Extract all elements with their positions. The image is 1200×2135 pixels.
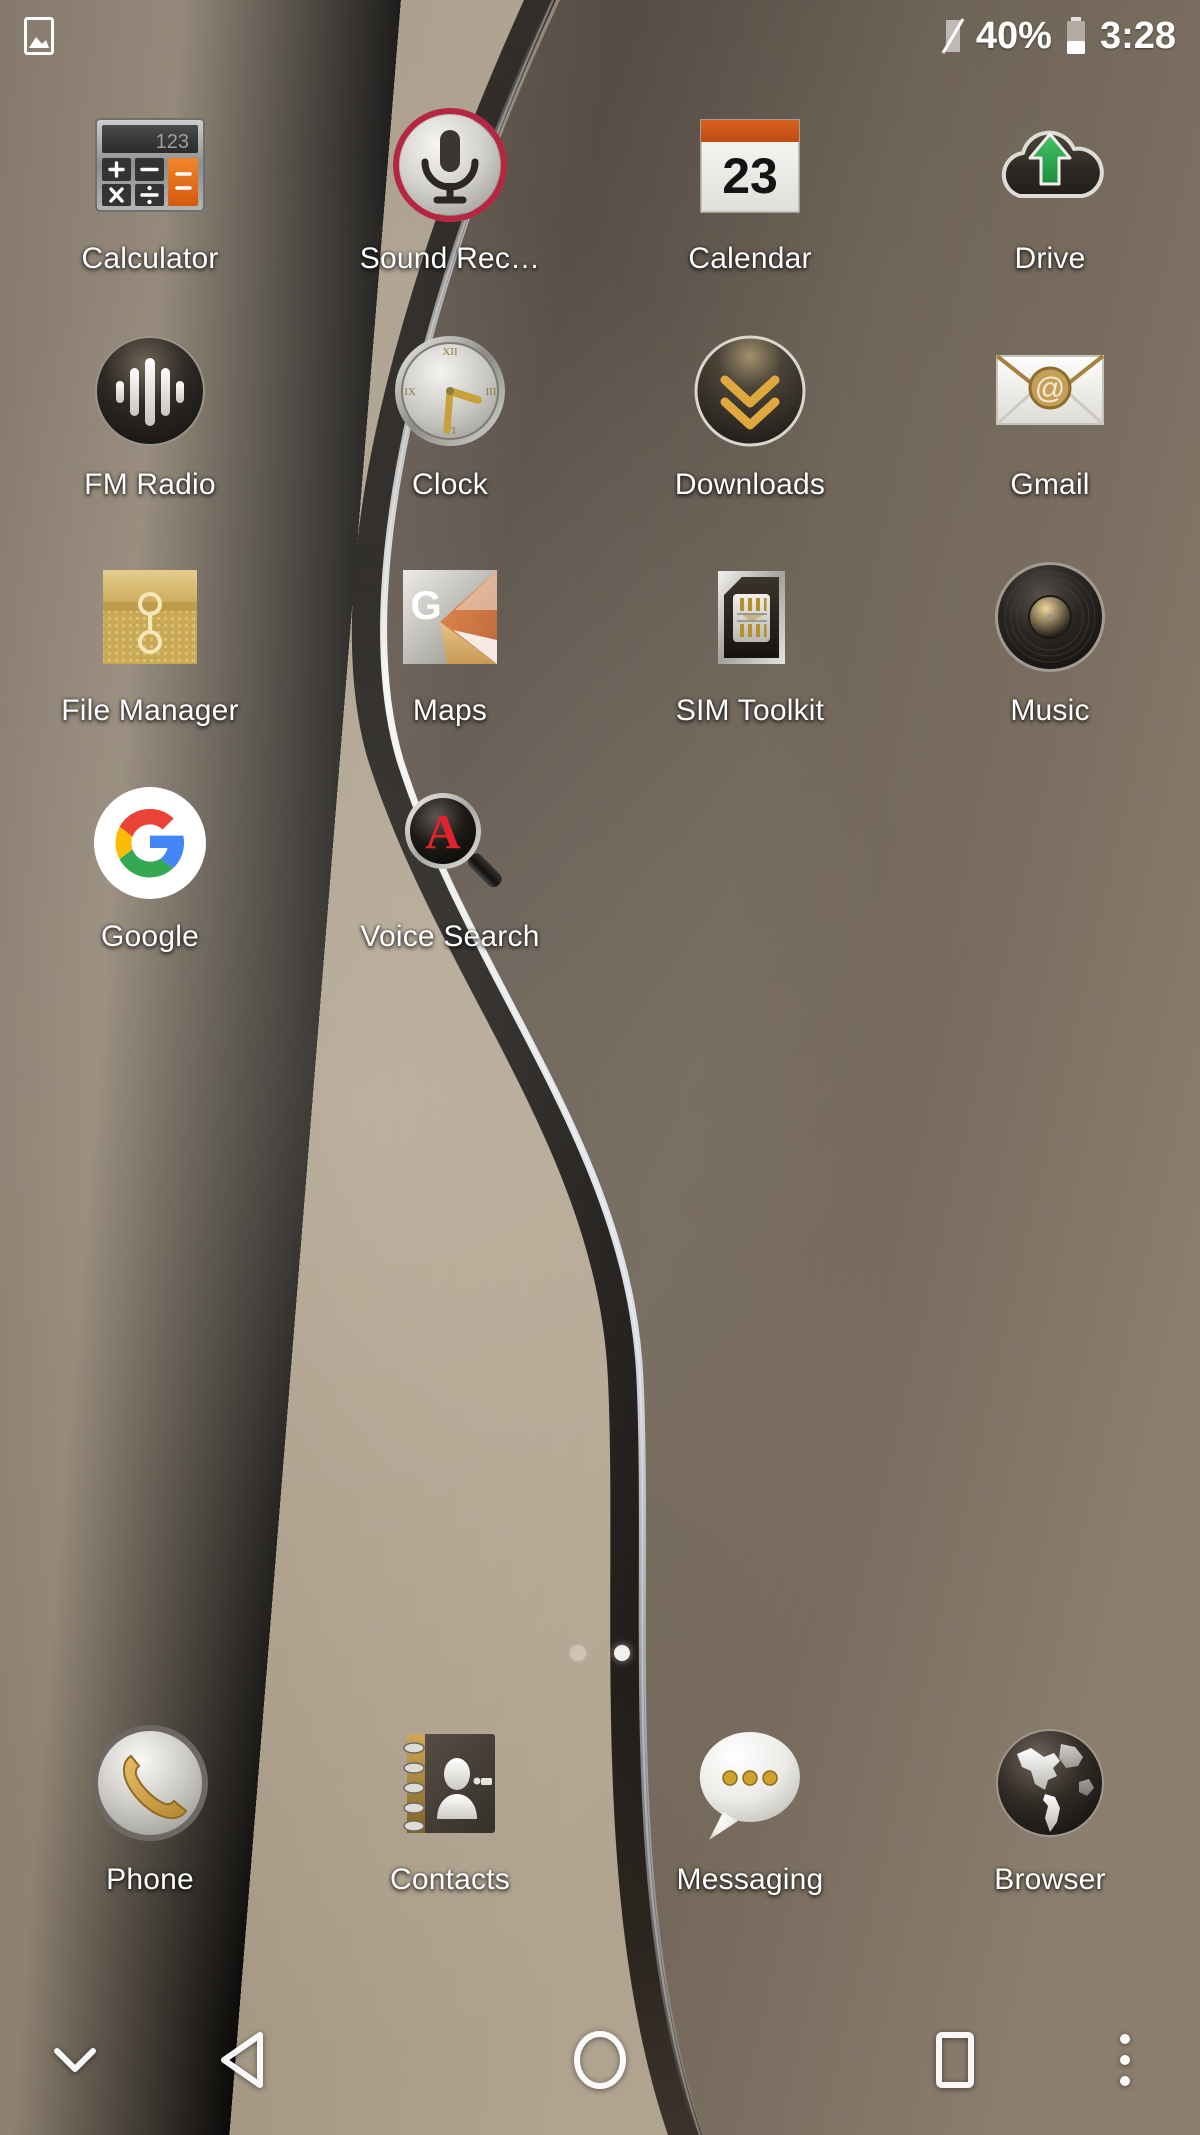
app-label: Calculator xyxy=(81,242,219,275)
app-label: Messaging xyxy=(676,1863,824,1896)
app-label: Phone xyxy=(106,1863,194,1896)
app-label: Music xyxy=(1010,694,1090,727)
app-row: FM Radio XII III IX Clock Downloads @ Gm… xyxy=(0,312,1200,538)
status-bar-right: 40% 3:28 xyxy=(940,16,1176,56)
app-label: Gmail xyxy=(1010,468,1090,501)
page-indicator[interactable] xyxy=(0,1645,1200,1661)
vinyl-record-icon xyxy=(985,552,1115,682)
double-chevron-down-icon xyxy=(685,326,815,456)
app-calendar[interactable]: 23 Calendar xyxy=(600,86,900,312)
app-google[interactable]: Google xyxy=(0,764,300,990)
app-calculator[interactable]: 123 Calculator xyxy=(0,86,300,312)
magnifier-a-icon: A xyxy=(385,778,515,908)
svg-text:123: 123 xyxy=(156,131,189,153)
svg-text:III: III xyxy=(486,386,497,398)
dock-contacts[interactable]: Contacts xyxy=(300,1716,600,1897)
page-dot-2[interactable] xyxy=(614,1645,630,1661)
app-file-manager[interactable]: File Manager xyxy=(0,538,300,764)
no-sim-icon xyxy=(940,17,966,55)
android-home-screen: 40% 3:28 123 Calculator Sound Rec… 23 Ca… xyxy=(0,0,1200,2135)
app-label: Downloads xyxy=(674,468,826,501)
app-fm-radio[interactable]: FM Radio xyxy=(0,312,300,538)
hide-navbar-button[interactable] xyxy=(0,1985,150,2135)
battery-percent-label: 40% xyxy=(975,15,1052,57)
calculator-icon: 123 xyxy=(85,100,215,230)
overflow-menu-icon xyxy=(1115,2029,1135,2091)
app-label: Sound Rec… xyxy=(359,242,541,275)
svg-text:G: G xyxy=(410,584,441,628)
app-clock[interactable]: XII III VI IX Clock xyxy=(300,312,600,538)
app-label: SIM Toolkit xyxy=(675,694,825,727)
status-bar-left xyxy=(24,17,54,55)
dock-browser[interactable]: Browser xyxy=(900,1716,1200,1897)
svg-text:IX: IX xyxy=(404,386,416,398)
analog-clock-icon: XII III VI IX xyxy=(385,326,515,456)
microphone-icon xyxy=(385,100,515,230)
app-label: File Manager xyxy=(61,694,239,727)
back-button[interactable] xyxy=(150,1985,340,2135)
app-voice-search[interactable]: A Voice Search xyxy=(300,764,600,990)
calendar-day-number: 23 xyxy=(722,148,778,204)
home-circle-icon xyxy=(569,2027,631,2093)
address-book-icon xyxy=(383,1716,518,1851)
app-label: Maps xyxy=(412,694,488,727)
app-grid: 123 Calculator Sound Rec… 23 Calendar Dr… xyxy=(0,86,1200,990)
app-label: Google xyxy=(101,920,199,953)
chevron-down-icon xyxy=(51,2043,99,2077)
dock-messaging[interactable]: Messaging xyxy=(600,1716,900,1897)
app-maps[interactable]: G Maps xyxy=(300,538,600,764)
google-maps-icon: G xyxy=(385,552,515,682)
app-label: Calendar xyxy=(688,242,812,275)
page-dot-1[interactable] xyxy=(570,1645,586,1661)
menu-button[interactable] xyxy=(1050,1985,1200,2135)
clock-label: 3:28 xyxy=(1099,15,1176,57)
home-button[interactable] xyxy=(340,1985,860,2135)
cloud-upload-icon xyxy=(985,100,1115,230)
app-gmail[interactable]: @ Gmail xyxy=(900,312,1200,538)
folder-clasp-icon xyxy=(85,552,215,682)
dock: Phone Contacts Messaging Browser xyxy=(0,1716,1200,1897)
app-label: Contacts xyxy=(390,1863,510,1896)
empty-cell xyxy=(900,764,1200,990)
app-sim-toolkit[interactable]: SIM Toolkit xyxy=(600,538,900,764)
svg-text:XII: XII xyxy=(442,346,458,358)
battery-icon xyxy=(1062,16,1090,56)
envelope-at-icon: @ xyxy=(985,326,1115,456)
sim-card-icon xyxy=(685,552,815,682)
globe-icon xyxy=(983,1716,1118,1851)
waveform-icon xyxy=(85,326,215,456)
app-label: Voice Search xyxy=(360,920,540,953)
app-label: Clock xyxy=(411,468,488,501)
app-label: Browser xyxy=(994,1863,1106,1896)
back-triangle-icon xyxy=(216,2029,274,2091)
speech-bubble-icon xyxy=(683,1716,818,1851)
screenshot-icon xyxy=(24,17,54,55)
app-row: File Manager G Maps SIM Toolkit Music xyxy=(0,538,1200,764)
app-sound-recorder[interactable]: Sound Rec… xyxy=(300,86,600,312)
navigation-bar xyxy=(0,1985,1200,2135)
svg-text:A: A xyxy=(425,804,461,859)
google-g-icon xyxy=(85,778,215,908)
svg-text:@: @ xyxy=(1035,372,1065,405)
status-bar[interactable]: 40% 3:28 xyxy=(0,0,1200,72)
app-label: FM Radio xyxy=(84,468,216,501)
handset-icon xyxy=(83,1716,218,1851)
empty-cell xyxy=(600,764,900,990)
app-drive[interactable]: Drive xyxy=(900,86,1200,312)
recents-square-icon xyxy=(928,2029,982,2091)
app-downloads[interactable]: Downloads xyxy=(600,312,900,538)
app-music[interactable]: Music xyxy=(900,538,1200,764)
app-row: 123 Calculator Sound Rec… 23 Calendar Dr… xyxy=(0,86,1200,312)
recents-button[interactable] xyxy=(860,1985,1050,2135)
app-label: Drive xyxy=(1014,242,1086,275)
calendar-icon: 23 xyxy=(685,100,815,230)
dock-phone[interactable]: Phone xyxy=(0,1716,300,1897)
app-row: Google A Voice Search xyxy=(0,764,1200,990)
